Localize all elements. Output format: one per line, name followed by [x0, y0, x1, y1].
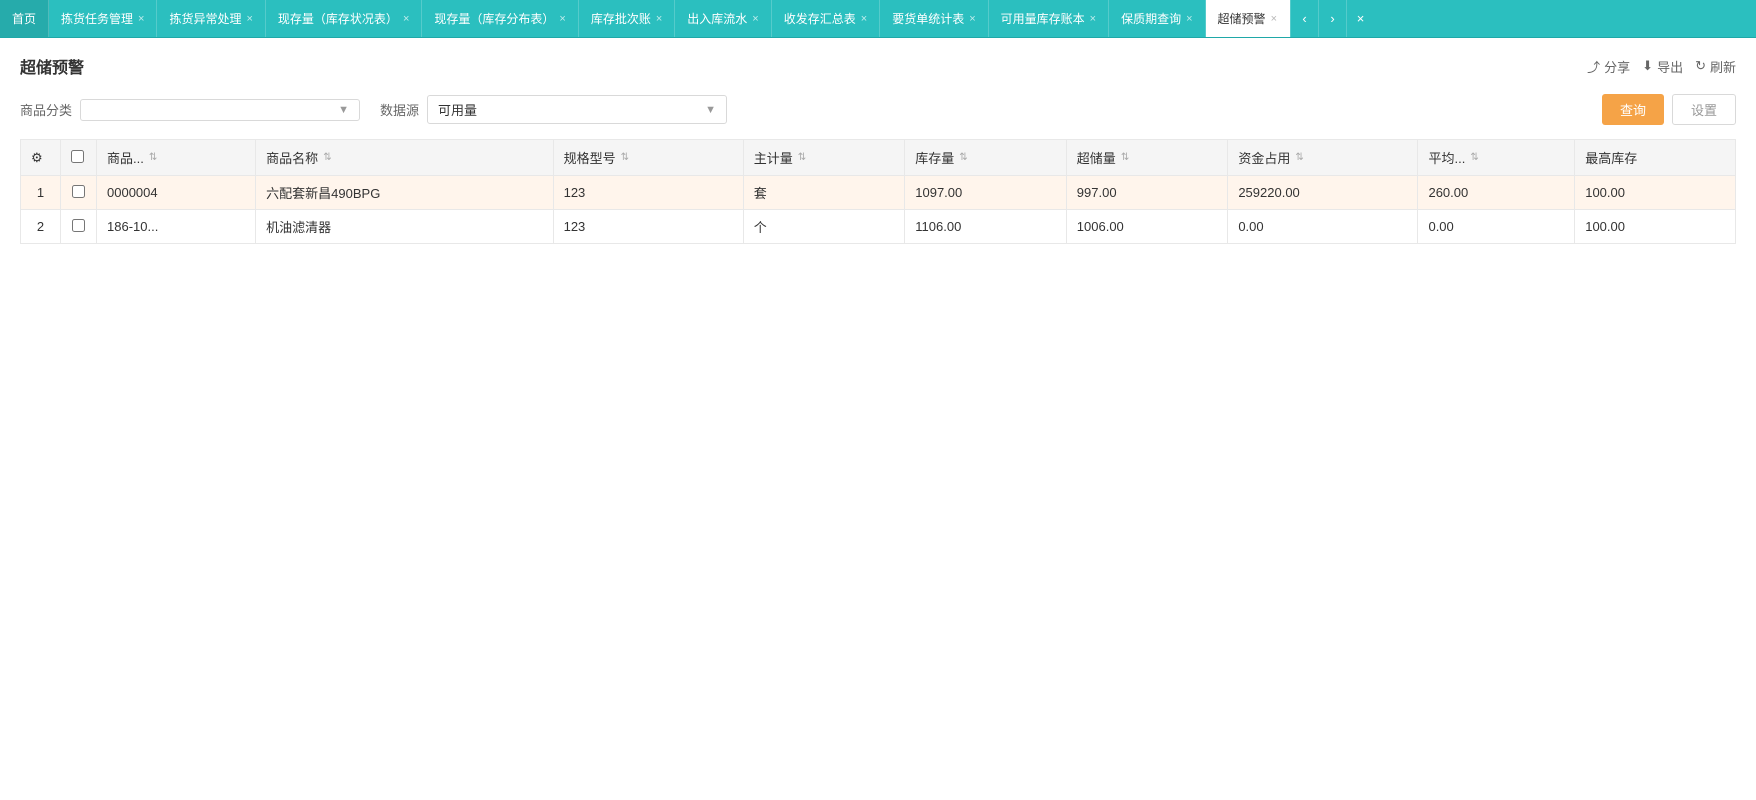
row-capital: 259220.00	[1228, 176, 1418, 210]
close-tab-6[interactable]: ×	[752, 13, 758, 25]
row-num: 2	[21, 210, 61, 244]
th-checkbox[interactable]	[61, 140, 97, 176]
row-checkbox-cell[interactable]	[61, 176, 97, 210]
th-spec[interactable]: 规格型号 ⇅	[553, 140, 743, 176]
row-num: 1	[21, 176, 61, 210]
th-unit[interactable]: 主计量 ⇅	[743, 140, 905, 176]
export-icon: ⬇	[1642, 58, 1653, 74]
close-tab-10[interactable]: ×	[1186, 13, 1192, 25]
th-gear[interactable]: ⚙	[21, 140, 61, 176]
source-select[interactable]: 可用量 ▼	[427, 95, 727, 124]
row-code: 186-10...	[97, 210, 256, 244]
nav-next-arrow[interactable]: ›	[1318, 0, 1346, 37]
sort-stock-icon: ⇅	[959, 152, 967, 163]
row-stock: 1097.00	[905, 176, 1067, 210]
th-code[interactable]: 商品... ⇅	[97, 140, 256, 176]
nav-prev-arrow[interactable]: ‹	[1290, 0, 1318, 37]
nav-tab-11[interactable]: 超储预警 ×	[1206, 0, 1290, 37]
nav-tab-7[interactable]: 收发存汇总表 ×	[772, 0, 880, 37]
row-spec: 123	[553, 176, 743, 210]
category-select[interactable]: ▼	[80, 99, 360, 121]
table-row: 2 186-10... 机油滤清器 123 个 1106.00 1006.00 …	[21, 210, 1736, 244]
category-dropdown-icon: ▼	[338, 104, 349, 116]
close-tab-1[interactable]: ×	[138, 13, 144, 25]
refresh-button[interactable]: ↻ 刷新	[1695, 57, 1736, 76]
nav-tab-8[interactable]: 要货单统计表 ×	[880, 0, 988, 37]
export-button[interactable]: ⬇ 导出	[1642, 57, 1683, 76]
row-checkbox-cell[interactable]	[61, 210, 97, 244]
sort-spec-icon: ⇅	[621, 152, 629, 163]
row-stock: 1106.00	[905, 210, 1067, 244]
row-unit: 个	[743, 210, 905, 244]
sort-code-icon: ⇅	[149, 152, 157, 163]
gear-icon: ⚙	[31, 150, 43, 165]
row-checkbox[interactable]	[72, 219, 85, 232]
row-spec: 123	[553, 210, 743, 244]
th-name[interactable]: 商品名称 ⇅	[256, 140, 553, 176]
row-checkbox[interactable]	[72, 185, 85, 198]
page-title: 超储预警	[20, 54, 84, 78]
nav-tab-9[interactable]: 可用量库存账本 ×	[989, 0, 1109, 37]
row-code: 0000004	[97, 176, 256, 210]
source-select-value: 可用量	[438, 100, 477, 119]
sort-name-icon: ⇅	[323, 152, 331, 163]
query-button[interactable]: 查询	[1602, 94, 1664, 125]
row-unit: 套	[743, 176, 905, 210]
nav-tab-2[interactable]: 拣货异常处理 ×	[157, 0, 265, 37]
th-avg[interactable]: 平均... ⇅	[1418, 140, 1575, 176]
th-overstock[interactable]: 超储量 ⇅	[1066, 140, 1228, 176]
nav-tab-1[interactable]: 拣货任务管理 ×	[49, 0, 157, 37]
close-tab-9[interactable]: ×	[1090, 13, 1096, 25]
close-tab-2[interactable]: ×	[246, 13, 252, 25]
filter-actions: 查询 设置	[1602, 94, 1736, 125]
row-avg: 0.00	[1418, 210, 1575, 244]
nav-tab-3[interactable]: 现存量（库存状况表） ×	[266, 0, 422, 37]
sort-overstock-icon: ⇅	[1121, 152, 1129, 163]
nav-tab-6[interactable]: 出入库流水 ×	[675, 0, 771, 37]
row-overstock: 1006.00	[1066, 210, 1228, 244]
row-name: 六配套新昌490BPG	[256, 176, 553, 210]
row-overstock: 997.00	[1066, 176, 1228, 210]
header-actions: ⤴ 分享 ⬇ 导出 ↻ 刷新	[1587, 57, 1736, 76]
source-filter: 数据源 可用量 ▼	[380, 95, 727, 124]
nav-tab-5[interactable]: 库存批次账 ×	[579, 0, 675, 37]
source-label: 数据源	[380, 100, 419, 119]
filter-bar: 商品分类 ▼ 数据源 可用量 ▼ 查询 设置	[20, 94, 1736, 125]
close-tab-7[interactable]: ×	[861, 13, 867, 25]
share-icon: ⤴	[1587, 57, 1600, 76]
share-button[interactable]: ⤴ 分享	[1587, 57, 1630, 76]
category-label: 商品分类	[20, 100, 72, 119]
nav-tab-10[interactable]: 保质期查询 ×	[1109, 0, 1205, 37]
th-stock[interactable]: 库存量 ⇅	[905, 140, 1067, 176]
sort-avg-icon: ⇅	[1470, 152, 1478, 163]
row-maxstock: 100.00	[1575, 176, 1736, 210]
nav-tab-4[interactable]: 现存量（库存分布表） ×	[422, 0, 578, 37]
data-table: ⚙ 商品... ⇅ 商品名称 ⇅	[20, 139, 1736, 244]
page-header: 超储预警 ⤴ 分享 ⬇ 导出 ↻ 刷新	[20, 54, 1736, 78]
nav-close-arrow[interactable]: ×	[1346, 0, 1374, 37]
select-all-checkbox[interactable]	[71, 150, 84, 163]
refresh-icon: ↻	[1695, 58, 1706, 74]
sort-capital-icon: ⇅	[1295, 152, 1303, 163]
th-capital[interactable]: 资金占用 ⇅	[1228, 140, 1418, 176]
close-tab-5[interactable]: ×	[656, 13, 662, 25]
row-maxstock: 100.00	[1575, 210, 1736, 244]
close-tab-8[interactable]: ×	[969, 13, 975, 25]
close-tab-4[interactable]: ×	[559, 13, 565, 25]
close-tab-3[interactable]: ×	[403, 13, 409, 25]
nav-tab-home[interactable]: 首页	[0, 0, 49, 37]
row-avg: 260.00	[1418, 176, 1575, 210]
page-content: 超储预警 ⤴ 分享 ⬇ 导出 ↻ 刷新 商品分类 ▼ 数据源	[0, 38, 1756, 800]
set-button[interactable]: 设置	[1672, 94, 1736, 125]
row-capital: 0.00	[1228, 210, 1418, 244]
th-maxstock[interactable]: 最高库存	[1575, 140, 1736, 176]
source-dropdown-icon: ▼	[705, 104, 716, 116]
category-filter: 商品分类 ▼	[20, 99, 360, 121]
sort-unit-icon: ⇅	[798, 152, 806, 163]
row-name: 机油滤清器	[256, 210, 553, 244]
close-tab-11[interactable]: ×	[1271, 13, 1277, 25]
table-row: 1 0000004 六配套新昌490BPG 123 套 1097.00 997.…	[21, 176, 1736, 210]
top-nav: 首页 拣货任务管理 × 拣货异常处理 × 现存量（库存状况表） × 现存量（库存…	[0, 0, 1756, 38]
